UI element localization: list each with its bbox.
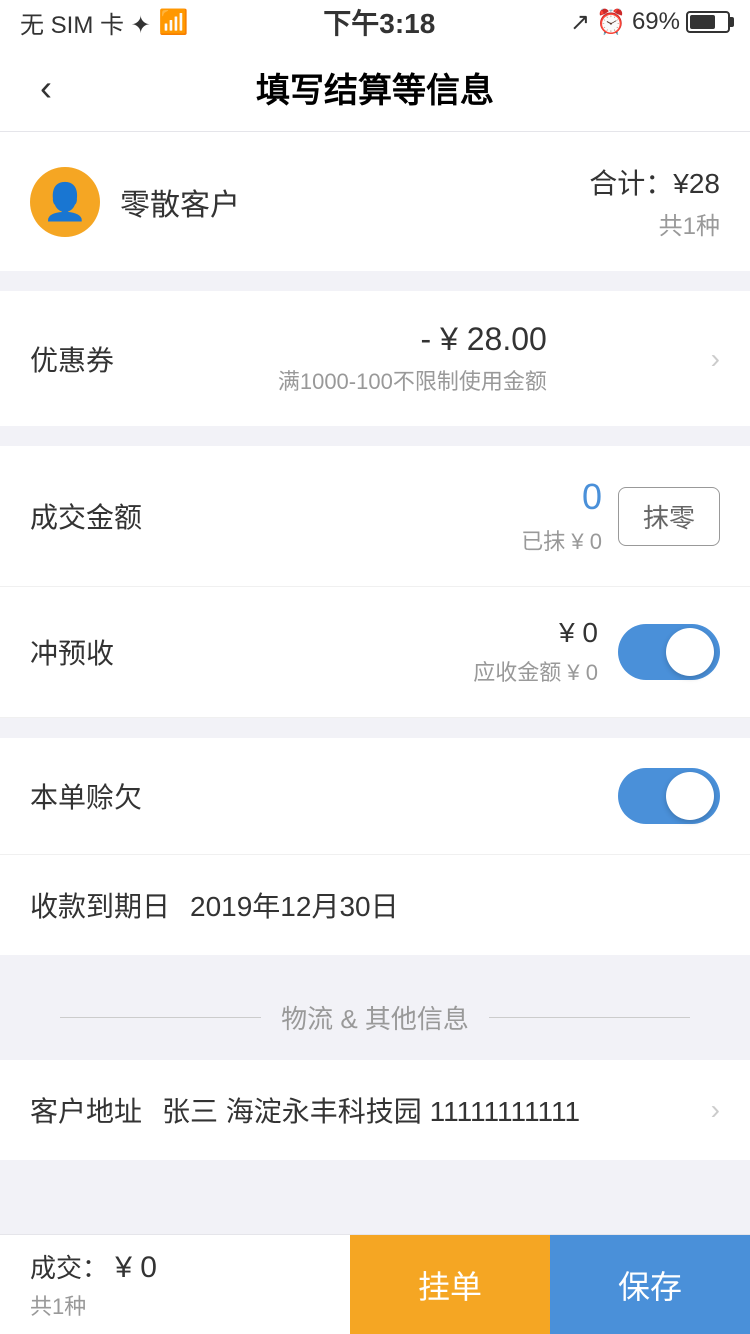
nav-bar: ‹ 填写结算等信息: [0, 44, 750, 132]
transaction-sub: 已抹 ¥ 0: [521, 524, 602, 556]
page-title: 填写结算等信息: [256, 63, 494, 112]
bottom-bar: 成交： ¥ 0 共1种 挂单 保存: [0, 1234, 750, 1334]
customer-total: 合计：¥28: [589, 162, 720, 202]
prepayment-row: 冲预收 ¥ 0 应收金额 ¥ 0: [0, 587, 750, 718]
prepayment-sub: 应收金额 ¥ 0: [473, 655, 598, 687]
bottom-count: 共1种: [30, 1289, 320, 1321]
address-value: 张三 海淀永丰科技园 11111111111: [162, 1090, 580, 1130]
customer-right: 合计：¥28 共1种: [589, 162, 720, 241]
debt-toggle[interactable]: [618, 768, 720, 824]
bottom-info: 成交： ¥ 0 共1种: [0, 1248, 350, 1321]
transaction-row: 成交金额 已抹 ¥ 0 抹零: [0, 446, 750, 587]
debt-section: 本单赊欠: [0, 738, 750, 854]
alarm-icon: ⏰: [596, 8, 626, 37]
transaction-amount-input[interactable]: [522, 476, 602, 518]
address-row[interactable]: 客户地址 张三 海淀永丰科技园 11111111111 ›: [0, 1060, 750, 1160]
status-time: 下午3:18: [323, 2, 435, 42]
debt-label: 本单赊欠: [30, 776, 142, 816]
logistics-divider: 物流 & 其他信息: [0, 975, 750, 1060]
debt-toggle-label[interactable]: [618, 768, 720, 824]
address-content: 客户地址 张三 海淀永丰科技园 11111111111: [30, 1090, 580, 1130]
bottom-total-row: 成交： ¥ 0: [30, 1248, 320, 1285]
prepayment-toggle[interactable]: [618, 624, 720, 680]
customer-row: 👤 零散客户 合计：¥28 共1种: [0, 132, 750, 271]
prepayment-toggle-label[interactable]: [618, 624, 720, 680]
customer-avatar: 👤: [30, 167, 100, 237]
battery-percentage: 69%: [632, 8, 680, 36]
logistics-label: 物流 & 其他信息: [281, 999, 469, 1036]
customer-count: 共1种: [589, 206, 720, 241]
divider-line: 物流 & 其他信息: [30, 999, 720, 1036]
prepayment-right: ¥ 0 应收金额 ¥ 0: [473, 617, 720, 687]
due-date-label: 收款到期日: [30, 885, 170, 925]
no-sim-text: 无 SIM 卡 ✦: [20, 5, 151, 40]
coupon-section[interactable]: 优惠券 - ¥ 28.00 满1000-100不限制使用金额 ›: [0, 291, 750, 426]
customer-name: 零散客户: [120, 180, 240, 224]
status-bar: 无 SIM 卡 ✦ 📶 下午3:18 ↗ ⏰ 69%: [0, 0, 750, 44]
coupon-right: - ¥ 28.00 满1000-100不限制使用金额: [278, 321, 547, 396]
due-date-row: 收款到期日 2019年12月30日: [0, 854, 750, 955]
debt-card: 本单赊欠 收款到期日 2019年12月30日: [0, 738, 750, 955]
coupon-desc: 满1000-100不限制使用金额: [278, 364, 547, 396]
bottom-total-amount: ¥ 0: [115, 1251, 157, 1284]
location-icon: ↗: [570, 8, 590, 37]
transaction-card: 成交金额 已抹 ¥ 0 抹零 冲预收 ¥ 0 应收金额 ¥ 0: [0, 446, 750, 718]
battery-fill: [690, 15, 715, 29]
address-chevron-icon: ›: [711, 1094, 720, 1126]
hang-button[interactable]: 挂单: [350, 1235, 550, 1334]
coupon-amount: - ¥ 28.00: [278, 321, 547, 358]
prepayment-label: 冲预收: [30, 632, 114, 672]
coupon-label: 优惠券: [30, 339, 114, 379]
prepayment-amount: ¥ 0: [473, 617, 598, 649]
due-date-value: 2019年12月30日: [190, 885, 399, 925]
avatar-icon: 👤: [43, 181, 88, 223]
save-button[interactable]: 保存: [550, 1235, 750, 1334]
status-left: 无 SIM 卡 ✦ 📶: [20, 5, 189, 40]
transaction-label: 成交金额: [30, 496, 142, 536]
prepayment-values: ¥ 0 应收金额 ¥ 0: [473, 617, 598, 687]
status-right: ↗ ⏰ 69%: [570, 8, 730, 37]
wifi-icon: 📶: [159, 8, 189, 37]
round-button[interactable]: 抹零: [618, 487, 720, 546]
coupon-chevron-icon: ›: [711, 343, 720, 375]
bottom-total-label: 成交：: [30, 1253, 108, 1283]
customer-left: 👤 零散客户: [30, 167, 240, 237]
transaction-right: 已抹 ¥ 0 抹零: [521, 476, 720, 556]
battery-icon: [686, 11, 730, 33]
address-label: 客户地址: [30, 1090, 142, 1130]
back-button[interactable]: ‹: [30, 57, 62, 119]
